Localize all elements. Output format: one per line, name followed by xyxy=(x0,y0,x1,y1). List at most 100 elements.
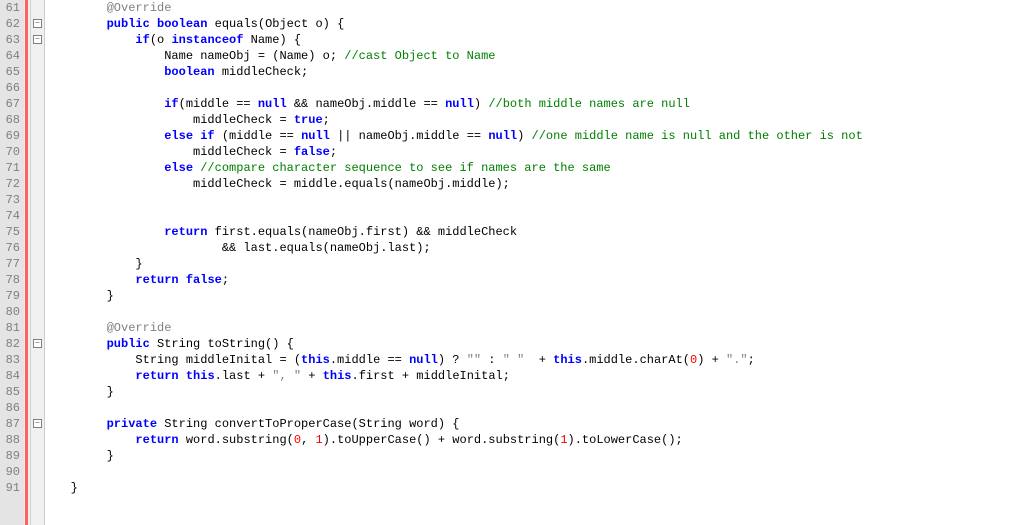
code-line[interactable]: public boolean equals(Object o) { xyxy=(49,16,1017,32)
token-kw: this xyxy=(301,353,330,367)
token-str: ", " xyxy=(272,369,301,383)
token-normal: ).toLowerCase(); xyxy=(568,433,683,447)
line-number: 88 xyxy=(4,432,20,448)
line-number: 81 xyxy=(4,320,20,336)
code-line[interactable]: @Override xyxy=(49,0,1017,16)
token-normal: , xyxy=(301,433,315,447)
token-num: 1 xyxy=(315,433,322,447)
line-number: 61 xyxy=(4,0,20,16)
token-annotation: @Override xyxy=(107,321,172,335)
token-normal: equals(Object o) { xyxy=(207,17,344,31)
code-line[interactable]: else if (middle == null || nameObj.middl… xyxy=(49,128,1017,144)
token-normal: } xyxy=(49,257,143,271)
code-line[interactable]: String middleInital = (this.middle == nu… xyxy=(49,352,1017,368)
token-normal: && nameObj.middle == xyxy=(287,97,445,111)
token-kw: if xyxy=(164,97,178,111)
code-line[interactable]: return this.last + ", " + this.first + m… xyxy=(49,368,1017,384)
token-kw: public xyxy=(107,17,150,31)
token-normal xyxy=(49,17,107,31)
code-line[interactable]: } xyxy=(49,448,1017,464)
token-kw: null xyxy=(409,353,438,367)
token-normal xyxy=(49,65,164,79)
code-line[interactable]: return false; xyxy=(49,272,1017,288)
token-normal: .middle == xyxy=(330,353,409,367)
line-number: 75 xyxy=(4,224,20,240)
code-line[interactable]: } xyxy=(49,288,1017,304)
token-normal xyxy=(179,369,186,383)
token-comment: //both middle names are null xyxy=(488,97,690,111)
code-line[interactable]: if(middle == null && nameObj.middle == n… xyxy=(49,96,1017,112)
code-line[interactable]: && last.equals(nameObj.last); xyxy=(49,240,1017,256)
line-number: 68 xyxy=(4,112,20,128)
token-normal xyxy=(49,129,164,143)
token-kw: null xyxy=(258,97,287,111)
code-line[interactable]: middleCheck = false; xyxy=(49,144,1017,160)
line-number: 82 xyxy=(4,336,20,352)
code-line[interactable]: if(o instanceof Name) { xyxy=(49,32,1017,48)
token-kw: public xyxy=(107,337,150,351)
line-number: 70 xyxy=(4,144,20,160)
fold-toggle-icon[interactable]: − xyxy=(33,419,42,428)
line-number: 73 xyxy=(4,192,20,208)
editor-gutter: 6162636465666768697071727374757677787980… xyxy=(0,0,45,525)
line-number: 66 xyxy=(4,80,20,96)
code-line[interactable]: boolean middleCheck; xyxy=(49,64,1017,80)
line-number: 80 xyxy=(4,304,20,320)
token-kw: boolean xyxy=(164,65,214,79)
token-normal: && last.equals(nameObj.last); xyxy=(49,241,431,255)
code-line[interactable] xyxy=(49,304,1017,320)
code-line[interactable]: } xyxy=(49,384,1017,400)
token-kw: false xyxy=(186,273,222,287)
token-annotation: @Override xyxy=(107,1,172,15)
token-kw: boolean xyxy=(157,17,207,31)
code-line[interactable]: @Override xyxy=(49,320,1017,336)
token-kw: return xyxy=(135,433,178,447)
token-normal xyxy=(49,225,164,239)
code-line[interactable]: } xyxy=(49,256,1017,272)
token-normal: } xyxy=(49,481,78,495)
code-line[interactable]: return first.equals(nameObj.first) && mi… xyxy=(49,224,1017,240)
line-number: 65 xyxy=(4,64,20,80)
code-editor-area[interactable]: @Override public boolean equals(Object o… xyxy=(45,0,1017,525)
line-number: 67 xyxy=(4,96,20,112)
code-line[interactable] xyxy=(49,192,1017,208)
code-line[interactable]: return word.substring(0, 1).toUpperCase(… xyxy=(49,432,1017,448)
code-line[interactable]: else //compare character sequence to see… xyxy=(49,160,1017,176)
line-number: 86 xyxy=(4,400,20,416)
token-normal: middleCheck; xyxy=(215,65,309,79)
token-normal: (middle == xyxy=(215,129,301,143)
token-kw: else if xyxy=(164,129,214,143)
code-line[interactable]: public String toString() { xyxy=(49,336,1017,352)
token-normal xyxy=(179,273,186,287)
token-kw: instanceof xyxy=(171,33,243,47)
token-kw: if xyxy=(135,33,149,47)
fold-toggle-icon[interactable]: − xyxy=(33,35,42,44)
code-line[interactable] xyxy=(49,464,1017,480)
line-number: 79 xyxy=(4,288,20,304)
token-normal: middleCheck = xyxy=(49,113,294,127)
fold-toggle-icon[interactable]: − xyxy=(33,19,42,28)
code-line[interactable] xyxy=(49,80,1017,96)
code-line[interactable]: middleCheck = true; xyxy=(49,112,1017,128)
token-kw: return xyxy=(164,225,207,239)
token-normal: (middle == xyxy=(179,97,258,111)
code-line[interactable]: middleCheck = middle.equals(nameObj.midd… xyxy=(49,176,1017,192)
token-normal: String convertToProperCase(String word) … xyxy=(157,417,459,431)
token-kw: return xyxy=(135,273,178,287)
line-number: 90 xyxy=(4,464,20,480)
code-line[interactable]: private String convertToProperCase(Strin… xyxy=(49,416,1017,432)
code-line[interactable] xyxy=(49,400,1017,416)
token-kw: true xyxy=(294,113,323,127)
token-normal: ; xyxy=(330,145,337,159)
fold-toggle-icon[interactable]: − xyxy=(33,339,42,348)
code-line[interactable] xyxy=(49,208,1017,224)
code-line[interactable]: } xyxy=(49,480,1017,496)
token-normal: + xyxy=(524,353,553,367)
token-normal xyxy=(49,417,107,431)
code-line[interactable]: Name nameObj = (Name) o; //cast Object t… xyxy=(49,48,1017,64)
token-normal xyxy=(49,97,164,111)
token-normal: middleCheck = middle.equals(nameObj.midd… xyxy=(49,177,510,191)
line-number: 85 xyxy=(4,384,20,400)
line-number: 84 xyxy=(4,368,20,384)
token-normal: .middle.charAt( xyxy=(582,353,690,367)
